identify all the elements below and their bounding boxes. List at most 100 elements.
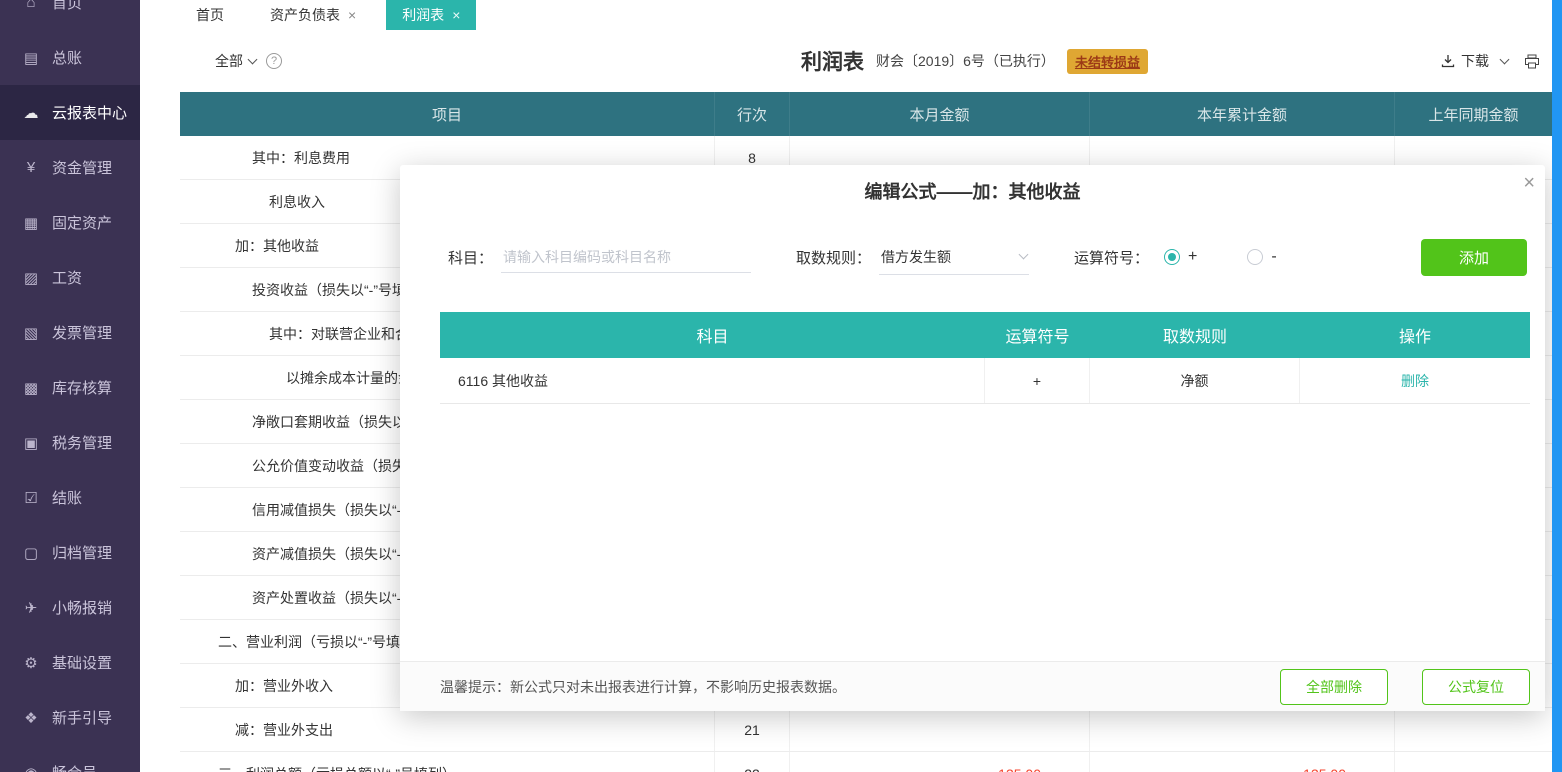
plus-radio[interactable]: [1164, 249, 1181, 265]
tax-icon: ▣: [23, 434, 39, 452]
formula-reset-button[interactable]: 公式复位: [1422, 668, 1530, 705]
tab-label: 资产负债表: [270, 7, 340, 23]
sidebar-item-label: 固定资产: [52, 215, 113, 232]
page-title: 利润表: [801, 51, 864, 74]
sidebar-item-cloud-report-center[interactable]: ☁ 云报表中心: [0, 85, 140, 140]
sidebar-item-label: 小畅报销: [52, 600, 113, 617]
tab-home[interactable]: 首页: [180, 0, 240, 30]
status-badge[interactable]: 未结转损益: [1066, 48, 1148, 74]
row-item-name: 减：营业外支出: [180, 708, 715, 751]
sidebar-item-label: 发票管理: [52, 325, 113, 342]
sidebar-item-label: 云报表中心: [52, 105, 128, 122]
add-button[interactable]: 添加: [1421, 238, 1527, 276]
row-item-name: 三、利润总额（亏损总额以“-”号填列）: [180, 752, 715, 772]
row-line-no: 22: [715, 752, 790, 772]
sidebar-item-archive[interactable]: ▢ 归档管理: [0, 525, 140, 580]
sidebar-item-reimburse[interactable]: ✈ 小畅报销: [0, 580, 140, 635]
sidebar-item-closing[interactable]: ☑ 结账: [0, 470, 140, 525]
sidebar-item-label: 库存核算: [52, 380, 113, 397]
sidebar-item-label: 归档管理: [52, 545, 113, 562]
download-button[interactable]: 下载: [1441, 51, 1510, 71]
row-year-amount: 135.00: [1090, 752, 1395, 772]
sidebar-item-tax[interactable]: ▣ 税务管理: [0, 415, 140, 470]
formula-table: 科目 运算符号 取数规则 操作 6116 其他收益 + 净额 删除: [440, 312, 1530, 404]
download-label: 下载: [1461, 53, 1489, 69]
tab-label: 首页: [196, 7, 224, 23]
row-year-amount: [1090, 708, 1395, 751]
rule-label: 取数规则：: [796, 249, 872, 267]
scope-filter-dropdown[interactable]: 全部: [215, 51, 258, 71]
funds-icon: ¥: [26, 159, 36, 176]
tab-label: 利润表: [402, 7, 445, 23]
cloud-report-icon: ☁: [23, 104, 39, 122]
home-icon: ⌂: [26, 0, 36, 11]
archive-icon: ▢: [23, 544, 39, 562]
row-month-amount: 135.00: [790, 752, 1090, 772]
inventory-icon: ▩: [23, 379, 39, 397]
chevron-down-icon: [1499, 54, 1510, 64]
sidebar-item-funds[interactable]: ¥ 资金管理: [0, 140, 140, 195]
scrollbar[interactable]: [1552, 0, 1562, 772]
sidebar-item-invoice[interactable]: ▧ 发票管理: [0, 305, 140, 360]
chevron-down-icon: [1018, 249, 1029, 260]
col-header-prev: 上年同期金额: [1428, 106, 1519, 124]
minus-radio[interactable]: [1247, 249, 1264, 265]
chevron-down-icon: [247, 54, 258, 64]
formula-operator: +: [985, 358, 1090, 403]
sidebar-item-label: 总账: [52, 50, 83, 67]
col-header-line: 行次: [715, 92, 790, 136]
col-header-subject: 科目: [696, 329, 729, 346]
sidebar-item-label: 基础设置: [52, 655, 113, 672]
formula-rule: 净额: [1090, 358, 1300, 403]
member-icon: ◉: [22, 764, 40, 772]
formula-form: 科目： 取数规则： 借方发生额 运算符号： + - 添加: [448, 237, 1527, 277]
footer-buttons: 全部删除 公式复位: [1280, 668, 1530, 705]
sidebar-item-salary[interactable]: ▨ 工资: [0, 250, 140, 305]
formula-table-header: 科目 运算符号 取数规则 操作: [440, 312, 1530, 358]
rule-select[interactable]: 借方发生额: [879, 240, 1030, 275]
report-title-group: 利润表 财会〔2019〕6号（已执行） 未结转损益: [801, 46, 1148, 76]
sidebar-item-label: 资金管理: [52, 160, 113, 177]
row-month-amount: [790, 708, 1090, 751]
col-header-month: 本月金额: [790, 92, 1090, 136]
tab-balance-sheet[interactable]: 资产负债表 ×: [254, 0, 372, 30]
guide-icon: ❖: [24, 709, 38, 727]
sidebar-item-label: 结账: [52, 490, 83, 507]
download-icon: [1441, 55, 1455, 68]
sidebar-item-guide[interactable]: ❖ 新手引导: [0, 690, 140, 745]
formula-subject: 6116 其他收益: [440, 358, 985, 403]
sidebar: ⌂ 首页 ▤ 总账 ☁ 云报表中心 ¥ 资金管理 ▦ 固定资产 ▨ 工资 ▧ 发票管理 ▩ 库存核算 ▣ 税务管理…: [0, 0, 140, 772]
reimburse-icon: ✈: [24, 599, 38, 617]
print-icon[interactable]: [1524, 54, 1540, 69]
settings-icon: ⚙: [24, 654, 38, 672]
row-line-no: 21: [715, 708, 790, 751]
help-icon[interactable]: ?: [266, 53, 282, 69]
subject-label: 科目：: [448, 249, 494, 267]
report-toolbar: 全部 ? 利润表 财会〔2019〕6号（已执行） 未结转损益 下载: [140, 30, 1552, 92]
plus-radio-label: +: [1188, 248, 1198, 265]
sidebar-item-home[interactable]: ⌂ 首页: [0, 0, 140, 30]
delete-all-button[interactable]: 全部删除: [1280, 668, 1388, 705]
sidebar-item-general-ledger[interactable]: ▤ 总账: [0, 30, 140, 85]
report-subtitle: 财会〔2019〕6号（已执行）: [876, 53, 1055, 69]
sidebar-item-settings[interactable]: ⚙ 基础设置: [0, 635, 140, 690]
subject-input[interactable]: [501, 241, 752, 273]
report-row: 减：营业外支出 21: [180, 708, 1552, 752]
sidebar-item-member[interactable]: ◉ 畅合员: [0, 745, 140, 772]
row-prev-amount: [1395, 708, 1552, 751]
modal-footer: 温馨提示：新公式只对未出报表进行计算，不影响历史报表数据。 全部删除 公式复位: [400, 661, 1545, 711]
sidebar-item-fixed-assets[interactable]: ▦ 固定资产: [0, 195, 140, 250]
delete-link[interactable]: 删除: [1401, 371, 1429, 391]
toolbar-right: 下载: [1441, 51, 1552, 71]
tab-profit-statement[interactable]: 利润表 ×: [386, 0, 477, 30]
sidebar-item-inventory[interactable]: ▩ 库存核算: [0, 360, 140, 415]
close-icon[interactable]: ×: [452, 8, 460, 22]
rule-value: 借方发生额: [881, 248, 952, 265]
modal-title: 编辑公式——加：其他收益: [864, 182, 1081, 202]
report-row: 三、利润总额（亏损总额以“-”号填列）22135.00135.00: [180, 752, 1552, 772]
close-icon[interactable]: ×: [348, 8, 356, 22]
sidebar-item-label: 畅合员: [52, 762, 97, 772]
table-header: 项目 行次 本月金额 本年累计金额 上年同期金额: [180, 92, 1552, 136]
close-icon[interactable]: ×: [1523, 173, 1535, 193]
sidebar-item-label: 税务管理: [52, 435, 113, 452]
